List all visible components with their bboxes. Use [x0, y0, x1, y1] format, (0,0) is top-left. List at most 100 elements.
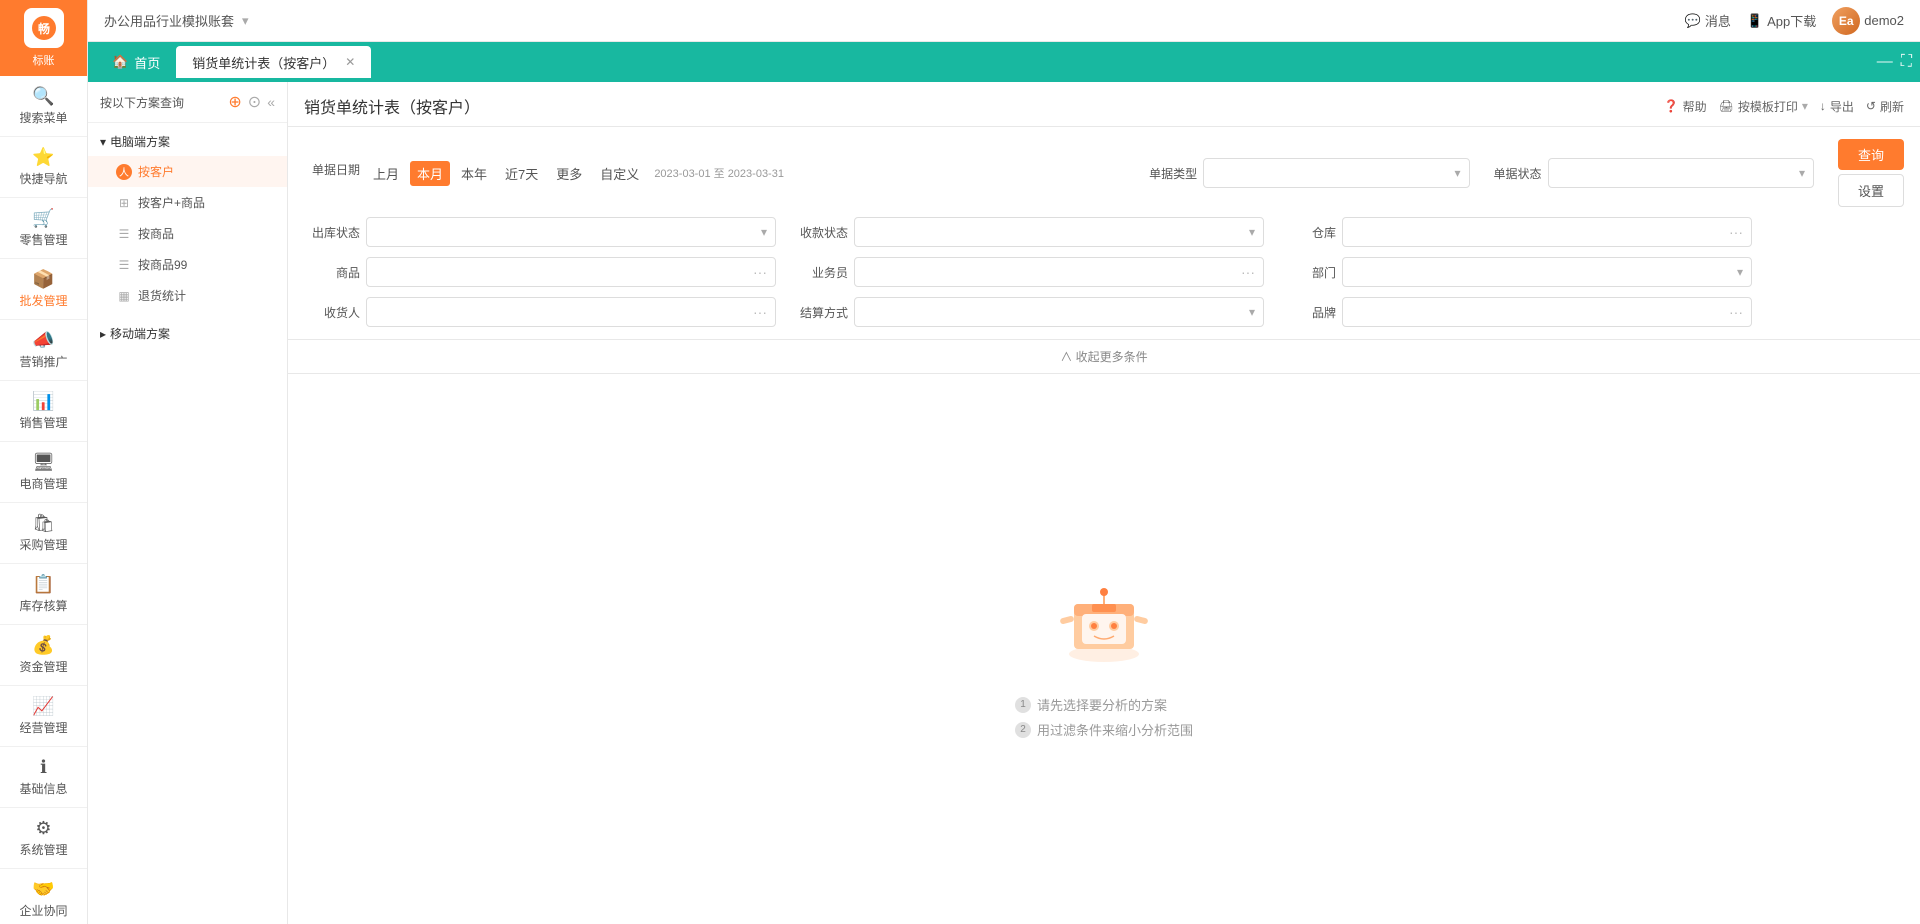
product-dots: ··· [753, 264, 767, 280]
filter-field-out-status: 出库状态 ▾ [304, 217, 776, 247]
scheme-panel-title: 按以下方案查询 [100, 94, 184, 111]
download-icon: 📱 [1747, 13, 1763, 29]
sidebar-item-ecommerce[interactable]: 🖥 电商管理 [0, 442, 87, 503]
scheme-group-mobile-title[interactable]: 移动端方案 [88, 319, 287, 348]
date-btn-last-month[interactable]: 上月 [366, 161, 406, 186]
filter-field-product: 商品 ··· [304, 257, 776, 287]
page-content: 按以下方案查询 ⊕ ⊙ 电脑端方案 人 按客户 ⊞ [88, 82, 1920, 924]
scheme-item-return-stats[interactable]: ▦ 退货统计 [88, 280, 287, 311]
print-button[interactable]: 🖨 按模板打印 ▾ [1719, 98, 1808, 115]
scheme-group-desktop-title[interactable]: 电脑端方案 [88, 127, 287, 156]
scheme-item-customer-product[interactable]: ⊞ 按客户+商品 [88, 187, 287, 218]
message-button[interactable]: 💬 消息 [1685, 11, 1731, 30]
scheme-group-desktop-label: 电脑端方案 [110, 133, 170, 150]
export-button[interactable]: ↓ 导出 [1820, 98, 1854, 115]
settle-method-label: 结算方式 [792, 304, 848, 321]
sidebar-item-inventory[interactable]: 📋 库存核算 [0, 564, 87, 625]
scheme-item-by-customer[interactable]: 人 按客户 [88, 156, 287, 187]
product-input[interactable]: ··· [366, 257, 776, 287]
table2-icon: ☰ [116, 258, 132, 272]
help-button[interactable]: ❓ 帮助 [1664, 98, 1707, 115]
query-button[interactable]: 查询 [1838, 139, 1904, 170]
sidebar-item-system[interactable]: ⚙ 系统管理 [0, 808, 87, 869]
header-title: 办公用品行业模拟账套 [104, 11, 234, 30]
tab-home[interactable]: 🏠 首页 [96, 46, 176, 78]
salesperson-label: 业务员 [792, 264, 848, 281]
receiver-input[interactable]: ··· [366, 297, 776, 327]
sidebar-logo: 畅 标账 [0, 0, 87, 76]
tip-text-2: 用过滤条件来缩小分析范围 [1037, 720, 1193, 739]
app-download-button[interactable]: 📱 App下载 [1747, 11, 1816, 30]
operations-icon: 📈 [32, 696, 54, 717]
scheme-add-icon[interactable]: ⊕ [228, 92, 241, 112]
scheme-item-label: 按商品99 [138, 256, 187, 273]
receiver-dots: ··· [753, 304, 767, 320]
sidebar-item-label: 零售管理 [19, 231, 67, 248]
date-btn-7days[interactable]: 近7天 [498, 161, 545, 186]
filter-row-1: 单据日期 上月 本月 本年 近7天 更多 自定义 2023-03-01 至 20… [304, 139, 1904, 207]
help-icon: ❓ [1664, 99, 1679, 113]
scheme-item-by-product[interactable]: ☰ 按商品 [88, 218, 287, 249]
settle-chevron: ▾ [1249, 305, 1255, 319]
setting-button[interactable]: 设置 [1838, 174, 1904, 207]
scheme-item-by-product-99[interactable]: ☰ 按商品99 [88, 249, 287, 280]
avatar: Ea [1832, 7, 1860, 35]
sidebar-item-wholesale[interactable]: 📦 批发管理 [0, 259, 87, 320]
filter-field-collect-status: 收款状态 ▾ [792, 217, 1264, 247]
sidebar-item-purchase[interactable]: 🛍 采购管理 [0, 503, 87, 564]
filter-row-3: 商品 ··· 业务员 ··· 部门 [304, 257, 1904, 287]
page-title-bar: 销货单统计表（按客户） ❓ 帮助 🖨 按模板打印 ▾ ↓ 导出 [288, 82, 1920, 127]
scheme-group-desktop: 电脑端方案 人 按客户 ⊞ 按客户+商品 ☰ 按商品 ☰ 按商品99 [88, 123, 287, 315]
scheme-collapse-icon[interactable] [267, 94, 275, 110]
scheme-settings-icon[interactable]: ⊙ [248, 92, 261, 112]
collab-icon: 🤝 [32, 879, 54, 900]
collapse-bar[interactable]: ∧ 收起更多条件 [288, 340, 1920, 374]
salesperson-input[interactable]: ··· [854, 257, 1264, 287]
header-dropdown-icon[interactable]: ▾ [242, 13, 249, 29]
date-btn-this-month[interactable]: 本月 [410, 161, 450, 186]
tab-minimize-icon[interactable]: — [1877, 53, 1893, 71]
order-type-input[interactable]: ▾ [1203, 158, 1469, 188]
date-btn-this-year[interactable]: 本年 [454, 161, 494, 186]
user-profile[interactable]: Ea demo2 [1832, 7, 1904, 35]
brand-label: 品牌 [1280, 304, 1336, 321]
settle-method-input[interactable]: ▾ [854, 297, 1264, 327]
sidebar-item-sales[interactable]: 📊 销售管理 [0, 381, 87, 442]
tab-close-icon[interactable]: ✕ [345, 55, 355, 69]
sidebar-item-marketing[interactable]: 📣 营销推广 [0, 320, 87, 381]
sidebar-item-operations[interactable]: 📈 经营管理 [0, 686, 87, 747]
sidebar-item-retail[interactable]: 🛒 零售管理 [0, 198, 87, 259]
date-btn-custom[interactable]: 自定义 [593, 161, 646, 186]
sidebar-item-label: 系统管理 [19, 841, 67, 858]
warehouse-input[interactable]: ··· [1342, 217, 1752, 247]
sidebar-item-quicknav[interactable]: ⭐ 快捷导航 [0, 137, 87, 198]
sidebar-item-basicinfo[interactable]: ℹ 基础信息 [0, 747, 87, 808]
order-status-input[interactable]: ▾ [1548, 158, 1814, 188]
filter-field-receiver: 收货人 ··· [304, 297, 776, 327]
sidebar-item-label: 销售管理 [19, 414, 67, 431]
logo-icon: 畅 [24, 8, 64, 48]
purchase-icon: 🛍 [32, 513, 55, 534]
sidebar-item-search[interactable]: 🔍 搜索菜单 [0, 76, 87, 137]
brand-input[interactable]: ··· [1342, 297, 1752, 327]
filter-field-salesperson: 业务员 ··· [792, 257, 1264, 287]
out-status-input[interactable]: ▾ [366, 217, 776, 247]
home-icon: 🏠 [112, 54, 128, 70]
tab-expand-icon[interactable]: ⛶ [1901, 53, 1912, 71]
collect-status-input[interactable]: ▾ [854, 217, 1264, 247]
sidebar-item-finance[interactable]: 💰 资金管理 [0, 625, 87, 686]
refresh-button[interactable]: ↺ 刷新 [1866, 98, 1904, 115]
sidebar-item-label: 搜索菜单 [19, 109, 67, 126]
date-btn-more[interactable]: 更多 [549, 161, 589, 186]
sidebar-item-label: 采购管理 [19, 536, 67, 553]
tip-num-1: 1 [1015, 697, 1031, 713]
department-input[interactable]: ▾ [1342, 257, 1752, 287]
tab-sales-report[interactable]: 销货单统计表（按客户） ✕ [176, 46, 371, 78]
sidebar-item-label: 快捷导航 [19, 170, 67, 187]
gear-icon: ⚙ [35, 818, 51, 839]
export-icon: ↓ [1820, 99, 1826, 113]
collect-status-label: 收款状态 [792, 224, 848, 241]
out-status-chevron: ▾ [761, 225, 767, 239]
sidebar-item-collab[interactable]: 🤝 企业协同 [0, 869, 87, 924]
search-icon: 🔍 [32, 86, 54, 107]
